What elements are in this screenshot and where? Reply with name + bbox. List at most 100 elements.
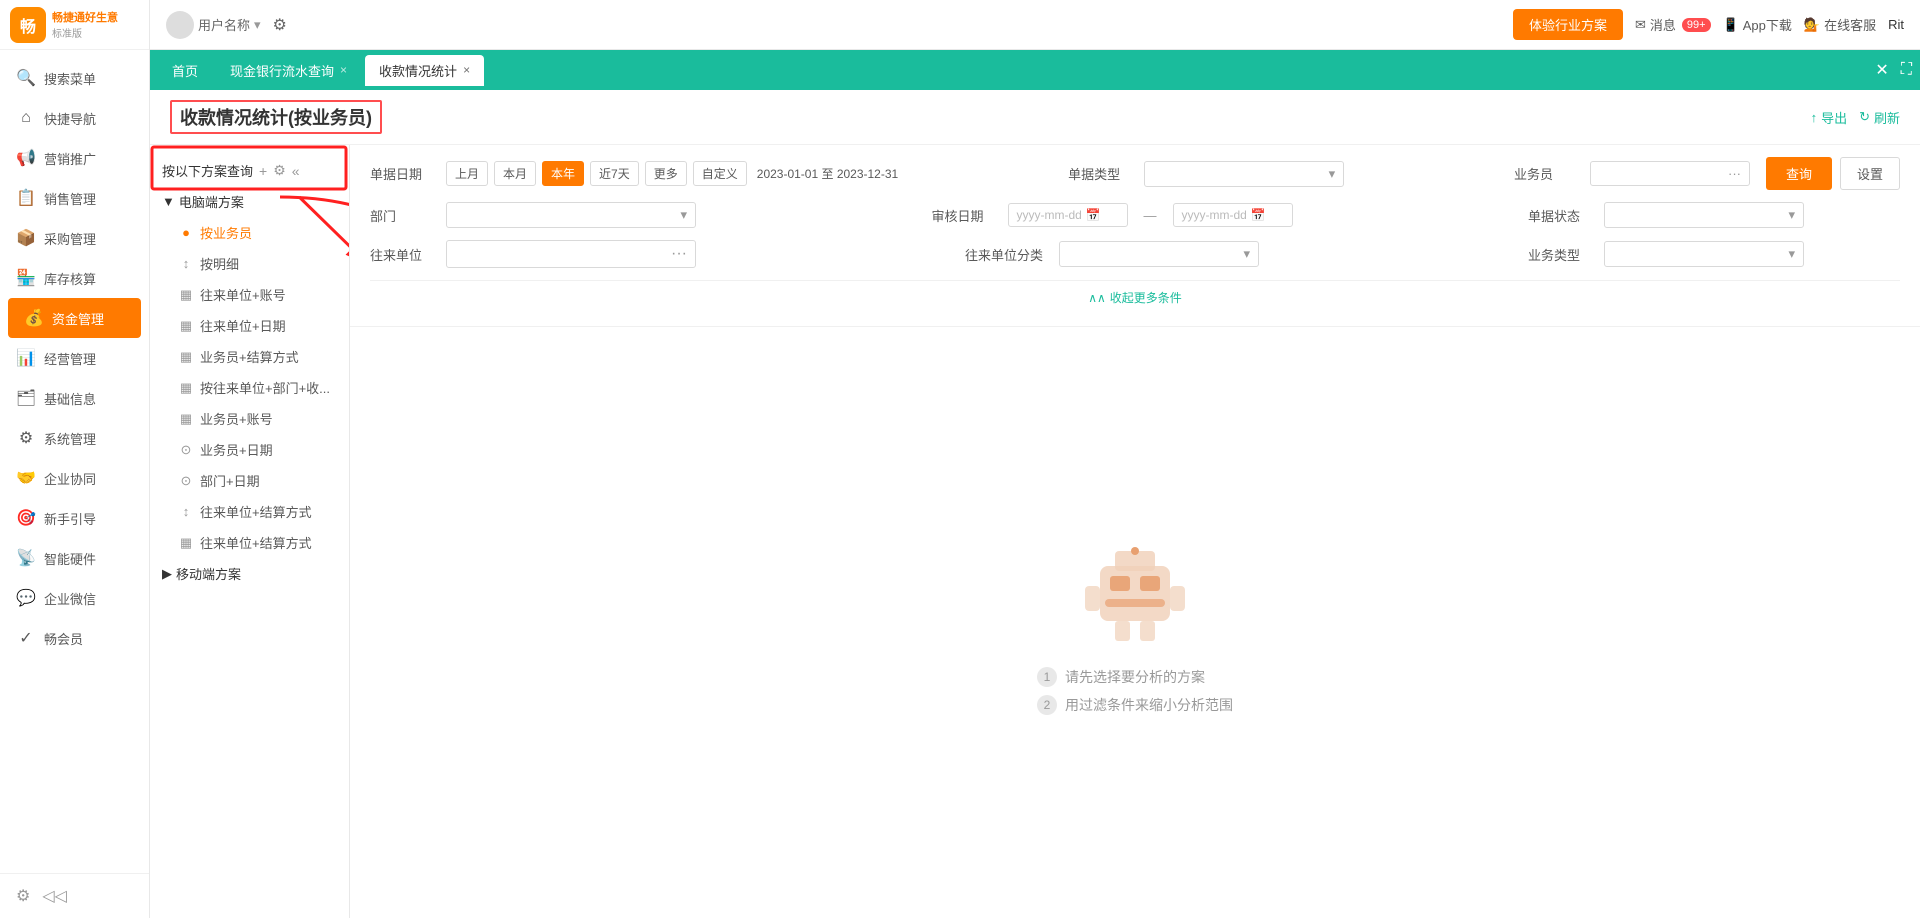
sidebar-item-member[interactable]: ✓ 畅会员 — [0, 618, 149, 658]
sidebar-item-wechat[interactable]: 💬 企业微信 — [0, 578, 149, 618]
inventory-icon: 🏪 — [16, 268, 36, 288]
collapse-filter-bar[interactable]: ∧∧ 收起更多条件 — [370, 280, 1900, 314]
collapse-sidebar-icon[interactable]: ◁◁ — [42, 886, 67, 906]
collapse-panel-button[interactable]: « — [292, 163, 300, 179]
tab-bank[interactable]: 现金银行流水查询 × — [216, 55, 361, 86]
settings-footer-icon[interactable]: ⚙ — [16, 886, 30, 906]
scheme-item-partner-date[interactable]: ▦ 往来单位+日期 — [150, 310, 349, 341]
refresh-icon: ↻ — [1859, 109, 1870, 125]
partner-account-icon: ▦ — [178, 287, 194, 303]
sidebar-item-enterprise[interactable]: 🤝 企业协同 — [0, 458, 149, 498]
doc-type-select[interactable]: ▾ — [1144, 161, 1344, 187]
trial-solution-button[interactable]: 体验行业方案 — [1513, 9, 1623, 40]
scheme-item-by-detail[interactable]: ↕ 按明细 — [150, 248, 349, 279]
add-scheme-button[interactable]: + — [259, 163, 267, 179]
tab-home[interactable]: 首页 — [158, 55, 212, 86]
biz-type-select[interactable]: ▾ — [1604, 241, 1804, 267]
partner-more-icon[interactable]: ··· — [671, 245, 687, 263]
tip-text-1: 请先选择要分析的方案 — [1065, 667, 1205, 687]
setting-button[interactable]: 设置 — [1840, 157, 1900, 190]
dept-select[interactable]: ▾ — [446, 202, 696, 228]
sidebar-item-basic[interactable]: 🗂 基础信息 — [0, 378, 149, 418]
query-button[interactable]: 查询 — [1766, 157, 1832, 190]
sidebar-item-operations[interactable]: 📊 经营管理 — [0, 338, 149, 378]
download-icon: 📱 — [1723, 17, 1739, 33]
date-btn-custom[interactable]: 自定义 — [693, 161, 747, 186]
empty-state-area: 1 请先选择要分析的方案 2 用过滤条件来缩小分析范围 — [350, 327, 1920, 918]
sidebar-item-sales[interactable]: 📋 销售管理 — [0, 178, 149, 218]
user-dropdown-icon[interactable]: ▾ — [254, 17, 261, 33]
scheme-item-by-salesperson[interactable]: ● 按业务员 — [150, 217, 349, 248]
review-date-end[interactable]: yyyy-mm-dd 📅 — [1173, 203, 1293, 227]
scheme-item-dept-date[interactable]: ⊙ 部门+日期 — [150, 465, 349, 496]
doc-type-label: 单据类型 — [1068, 164, 1128, 183]
review-date-start[interactable]: yyyy-mm-dd 📅 — [1008, 203, 1128, 227]
salesperson-select[interactable]: ··· — [1590, 161, 1750, 186]
date-options-group: 上月 本月 本年 近7天 更多 自定义 2023-01-01 至 2023-12… — [446, 161, 898, 186]
sidebar-item-smart[interactable]: 📡 智能硬件 — [0, 538, 149, 578]
date-btn-more[interactable]: 更多 — [645, 161, 687, 186]
refresh-button[interactable]: ↻ 刷新 — [1859, 108, 1900, 127]
online-service-action[interactable]: 💁 在线客服 — [1804, 15, 1876, 34]
empty-tip-1: 1 请先选择要分析的方案 — [1037, 667, 1233, 687]
logo-area: 畅 畅捷通好生意 标准版 — [0, 0, 149, 50]
page-header: 收款情况统计(按业务员) ↑ 导出 ↻ 刷新 — [150, 90, 1920, 145]
scheme-settings-button[interactable]: ⚙ — [273, 162, 286, 179]
export-button[interactable]: ↑ 导出 — [1811, 108, 1848, 127]
tip-num-2: 2 — [1037, 695, 1057, 715]
sidebar-item-marketing[interactable]: 📢 营销推广 — [0, 138, 149, 178]
collection-tab-close[interactable]: × — [463, 63, 470, 77]
partner-category-chevron: ▾ — [1243, 246, 1250, 262]
app-download-action[interactable]: 📱 App下载 — [1723, 15, 1792, 34]
scheme-item-salesperson-settlement[interactable]: ▦ 业务员+结算方式 — [150, 341, 349, 372]
message-icon: ✉ — [1635, 17, 1646, 33]
scheme-item-partner-settlement2[interactable]: ▦ 往来单位+结算方式 — [150, 527, 349, 558]
salesperson-scheme-icon: ● — [178, 225, 194, 241]
sidebar-item-finance[interactable]: 💰 资金管理 — [8, 298, 141, 338]
date-btn-7days[interactable]: 近7天 — [590, 161, 639, 186]
empty-state-icon — [1075, 531, 1195, 651]
scheme-item-partner-dept[interactable]: ▦ 按往来单位+部门+收... — [150, 372, 349, 403]
date-btn-last-month[interactable]: 上月 — [446, 161, 488, 186]
salesperson-account-icon: ▦ — [178, 411, 194, 427]
calendar-icon-2: 📅 — [1251, 208, 1266, 222]
sidebar-item-inventory[interactable]: 🏪 库存核算 — [0, 258, 149, 298]
date-label: 单据日期 — [370, 164, 430, 183]
date-dash: — — [1144, 208, 1157, 223]
date-btn-this-year[interactable]: 本年 — [542, 161, 584, 186]
filter-area: 单据日期 上月 本月 本年 近7天 更多 自定义 2023-01-01 至 20… — [350, 145, 1920, 327]
purchase-icon: 📦 — [16, 228, 36, 248]
page-title: 收款情况统计(按业务员) — [170, 100, 382, 134]
salesperson-date-icon: ⊙ — [178, 442, 194, 458]
sidebar-item-search[interactable]: 🔍 搜索菜单 — [0, 58, 149, 98]
bank-tab-close[interactable]: × — [340, 63, 347, 77]
scheme-item-salesperson-account[interactable]: ▦ 业务员+账号 — [150, 403, 349, 434]
message-action[interactable]: ✉ 消息 99+ — [1635, 15, 1711, 34]
partner-select[interactable]: ··· — [446, 240, 696, 268]
biz-type-chevron: ▾ — [1788, 246, 1795, 262]
partner-label: 往来单位 — [370, 245, 430, 264]
pc-scheme-group-title[interactable]: ▼ 电脑端方案 — [150, 186, 349, 217]
salesperson-settlement-icon: ▦ — [178, 349, 194, 365]
scheme-item-salesperson-date[interactable]: ⊙ 业务员+日期 — [150, 434, 349, 465]
scheme-item-partner-settlement[interactable]: ↕ 往来单位+结算方式 — [150, 496, 349, 527]
doc-status-select[interactable]: ▾ — [1604, 202, 1804, 228]
pc-scheme-group: ▼ 电脑端方案 ● 按业务员 ↕ 按明细 ▦ 往来单位+账号 ▦ 往来单位+ — [150, 186, 349, 558]
empty-tips: 1 请先选择要分析的方案 2 用过滤条件来缩小分析范围 — [1037, 667, 1233, 715]
mobile-scheme-group-title[interactable]: ▶ 移动端方案 — [150, 558, 349, 589]
partner-category-select[interactable]: ▾ — [1059, 241, 1259, 267]
sidebar-item-purchase[interactable]: 📦 采购管理 — [0, 218, 149, 258]
settings-topbar-icon[interactable]: ⚙ — [273, 15, 287, 35]
date-btn-this-month[interactable]: 本月 — [494, 161, 536, 186]
scheme-item-partner-account[interactable]: ▦ 往来单位+账号 — [150, 279, 349, 310]
sidebar-item-newbie[interactable]: 🎯 新手引导 — [0, 498, 149, 538]
sales-icon: 📋 — [16, 188, 36, 208]
tab-collection[interactable]: 收款情况统计 × — [365, 55, 484, 86]
sidebar-item-quick-nav[interactable]: ⌂ 快捷导航 — [0, 98, 149, 138]
sidebar-item-system[interactable]: ⚙ 系统管理 — [0, 418, 149, 458]
expand-icon: ▼ — [162, 194, 175, 209]
partner-settlement-icon: ↕ — [178, 504, 194, 520]
expand-window-icon[interactable]: ⛶ — [1901, 61, 1912, 79]
close-window-icon[interactable]: ✕ — [1875, 60, 1888, 80]
empty-tip-2: 2 用过滤条件来缩小分析范围 — [1037, 695, 1233, 715]
